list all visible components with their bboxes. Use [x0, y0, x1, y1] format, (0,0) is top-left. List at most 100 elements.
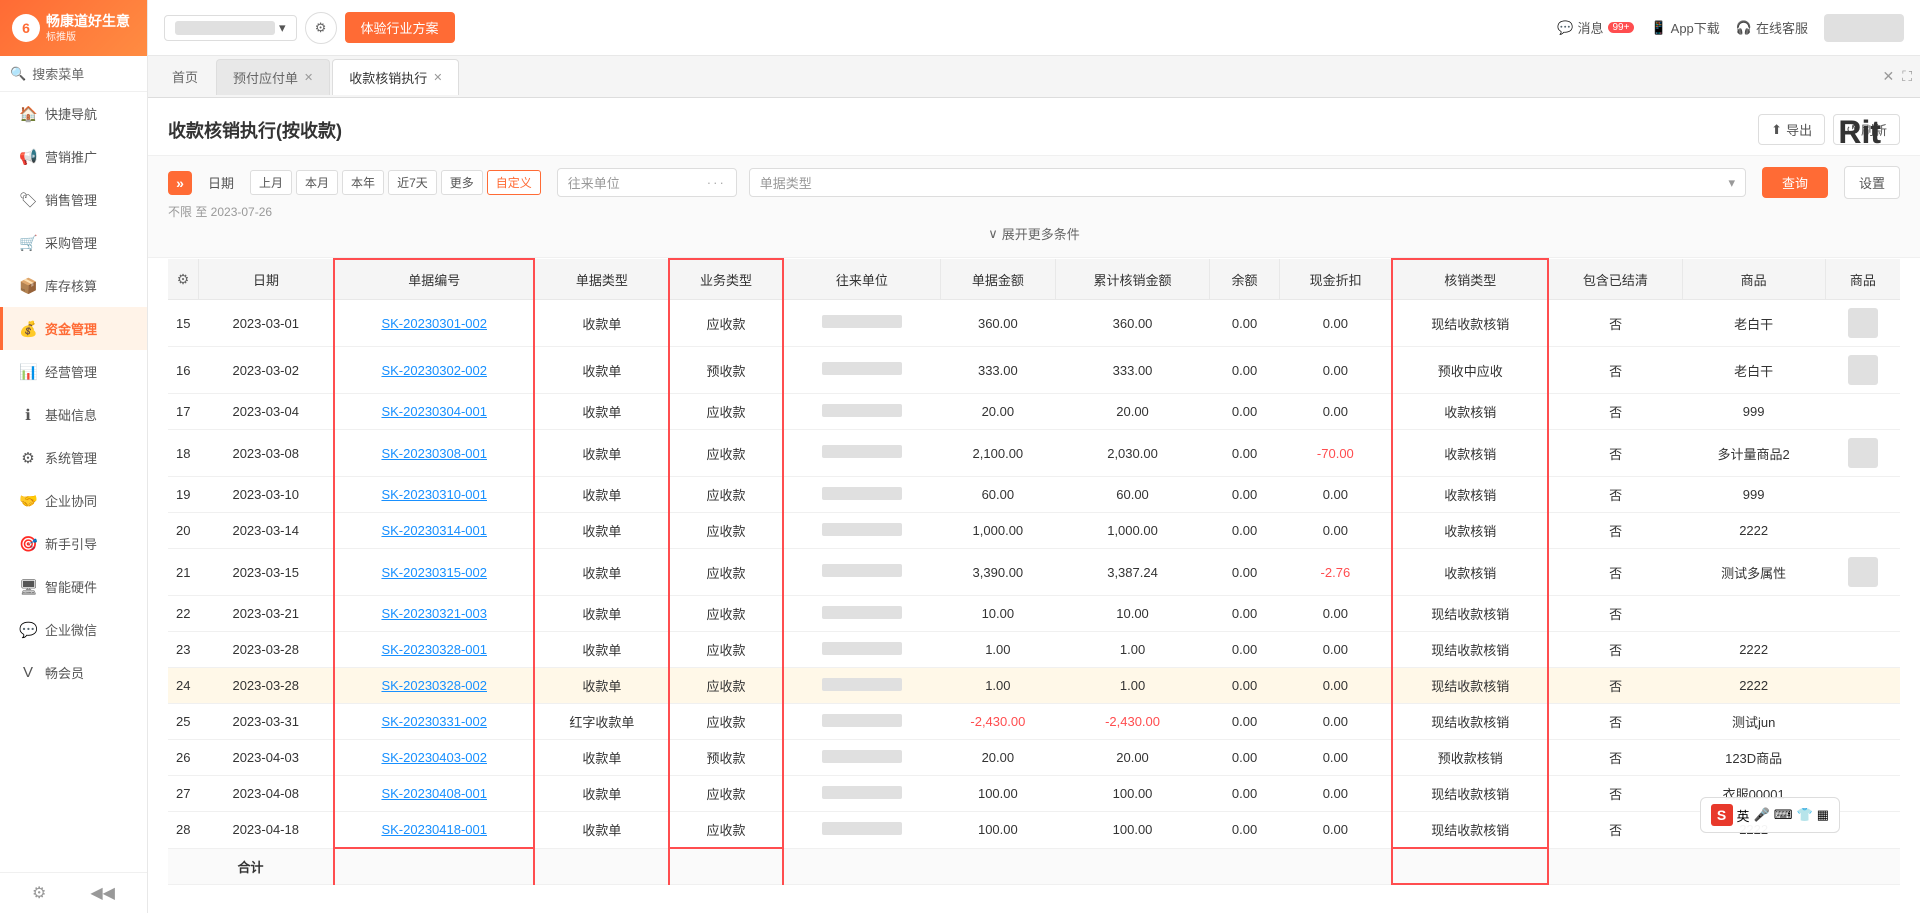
- bill-no-link[interactable]: SK-20230302-002: [381, 363, 487, 378]
- sidebar-item-wechat[interactable]: 💬 企业微信: [0, 608, 147, 651]
- cell-product: 多计量商品2: [1682, 430, 1825, 477]
- bill-no-link[interactable]: SK-20230403-002: [381, 750, 487, 765]
- sidebar-item-inventory[interactable]: 📦 库存核算: [0, 264, 147, 307]
- partner-filter-input[interactable]: 往来单位 ···: [557, 168, 737, 197]
- bill-no-link[interactable]: SK-20230310-001: [381, 487, 487, 502]
- settings-gear-icon[interactable]: ⚙: [32, 883, 46, 903]
- filter-toggle-btn[interactable]: »: [168, 171, 192, 195]
- table-settings-icon[interactable]: ⚙: [177, 271, 190, 287]
- collapse-icon[interactable]: ◀◀: [90, 883, 115, 903]
- table-row: 28 2023-04-18 SK-20230418-001 收款单 应收款 10…: [168, 812, 1900, 849]
- cell-partner: [783, 812, 940, 849]
- cell-bill-no: SK-20230310-001: [334, 477, 535, 513]
- sidebar-item-quick-nav[interactable]: 🏠 快捷导航: [0, 92, 147, 135]
- dropdown-arrow-icon: ▾: [279, 20, 286, 36]
- bill-no-link[interactable]: SK-20230314-001: [381, 523, 487, 538]
- sidebar-item-finance[interactable]: 💰 资金管理: [0, 307, 147, 350]
- bill-no-link[interactable]: SK-20230418-001: [381, 822, 487, 837]
- cell-balance: 0.00: [1210, 549, 1280, 596]
- tab-close-all-icon[interactable]: ✕: [1882, 68, 1894, 85]
- cell-verify-type: 现结收款核销: [1392, 704, 1548, 740]
- table-row: 23 2023-03-28 SK-20230328-001 收款单 应收款 1.…: [168, 632, 1900, 668]
- company-select[interactable]: ▾: [164, 15, 297, 41]
- mic-icon[interactable]: 🎤: [1754, 807, 1770, 823]
- sidebar-search[interactable]: 🔍 搜索菜单: [0, 56, 147, 92]
- sidebar-item-member[interactable]: V 畅会员: [0, 651, 147, 694]
- query-button[interactable]: 查询: [1762, 167, 1828, 198]
- bill-no-link[interactable]: SK-20230321-003: [381, 606, 487, 621]
- tab-prepay-close-icon[interactable]: ✕: [304, 71, 313, 84]
- bill-no-link[interactable]: SK-20230301-002: [381, 316, 487, 331]
- bill-no-link[interactable]: SK-20230308-001: [381, 446, 487, 461]
- sidebar-item-operations[interactable]: 📊 经营管理: [0, 350, 147, 393]
- tab-collection-close-icon[interactable]: ✕: [433, 71, 442, 84]
- sidebar-item-basic-info[interactable]: ℹ 基础信息: [0, 393, 147, 436]
- table-row: 19 2023-03-10 SK-20230310-001 收款单 应收款 60…: [168, 477, 1900, 513]
- cell-biz-type: 应收款: [669, 596, 783, 632]
- tab-expand-icon[interactable]: ⛶: [1902, 68, 1912, 85]
- sidebar-item-enterprise[interactable]: 🤝 企业协同: [0, 479, 147, 522]
- receipt-type-filter[interactable]: 单据类型 ▾: [749, 168, 1746, 197]
- cell-biz-type: 应收款: [669, 513, 783, 549]
- cell-settled: 否: [1548, 394, 1682, 430]
- tabbar-right: ✕ ⛶: [1882, 68, 1912, 85]
- date-btn-custom[interactable]: 自定义: [487, 170, 541, 195]
- shirt-icon[interactable]: 👕: [1797, 807, 1813, 823]
- cell-bill-no: SK-20230418-001: [334, 812, 535, 849]
- tab-prepay[interactable]: 预付应付单 ✕: [216, 59, 330, 95]
- tab-home[interactable]: 首页: [156, 59, 214, 94]
- gear-button[interactable]: ⚙: [305, 12, 337, 44]
- sidebar-item-purchase[interactable]: 🛒 采购管理: [0, 221, 147, 264]
- sidebar-item-marketing[interactable]: 📢 营销推广: [0, 135, 147, 178]
- sidebar-item-sales[interactable]: 🏷 销售管理: [0, 178, 147, 221]
- logo-text: 畅康道好生意 标推版: [46, 12, 130, 43]
- product-image: [1848, 438, 1878, 468]
- date-btn-more[interactable]: 更多: [441, 170, 483, 195]
- date-btn-this-month[interactable]: 本月: [296, 170, 338, 195]
- keyboard-icon[interactable]: ⌨: [1774, 807, 1793, 823]
- logo-sub: 标推版: [46, 31, 130, 44]
- sidebar-item-newbie[interactable]: 🎯 新手引导: [0, 522, 147, 565]
- date-btn-this-year[interactable]: 本年: [342, 170, 384, 195]
- bill-no-link[interactable]: SK-20230328-001: [381, 642, 487, 657]
- logo-main: 畅康道好生意: [46, 12, 130, 30]
- sidebar-label-smart: 智能硬件: [45, 577, 97, 596]
- cell-balance: 0.00: [1210, 347, 1280, 394]
- bill-no-link[interactable]: SK-20230315-002: [381, 565, 487, 580]
- message-label: 消息: [1577, 18, 1603, 37]
- user-avatar[interactable]: [1824, 14, 1904, 42]
- cell-verified: 1.00: [1055, 632, 1209, 668]
- bill-no-link[interactable]: SK-20230304-001: [381, 404, 487, 419]
- industry-btn[interactable]: 体验行业方案: [345, 12, 455, 43]
- bill-no-link[interactable]: SK-20230408-001: [381, 786, 487, 801]
- bill-no-link[interactable]: SK-20230328-002: [381, 678, 487, 693]
- tab-collection[interactable]: 收款核销执行 ✕: [332, 59, 459, 95]
- cell-bill-no: SK-20230408-001: [334, 776, 535, 812]
- page-title: 收款核销执行(按收款): [168, 117, 342, 143]
- cell-verified: 1.00: [1055, 668, 1209, 704]
- table-footer: 合计: [168, 848, 1900, 884]
- sidebar-item-smart-hw[interactable]: 🖥 智能硬件: [0, 565, 147, 608]
- cell-bill-type: 收款单: [534, 394, 669, 430]
- table-row: 26 2023-04-03 SK-20230403-002 收款单 预收款 20…: [168, 740, 1900, 776]
- grid-icon[interactable]: ▦: [1817, 807, 1829, 823]
- cell-biz-type: 应收款: [669, 704, 783, 740]
- date-btn-7days[interactable]: 近7天: [388, 170, 437, 195]
- enterprise-icon: 🤝: [19, 492, 37, 510]
- cell-discount: 0.00: [1279, 596, 1392, 632]
- col-verify-type: 核销类型: [1392, 259, 1548, 300]
- online-service-item[interactable]: 🎧 在线客服: [1736, 18, 1808, 37]
- watermark-s-logo: S: [1711, 804, 1733, 826]
- export-button[interactable]: ⬆ 导出: [1758, 114, 1825, 145]
- date-btn-last-month[interactable]: 上月: [250, 170, 292, 195]
- cell-date: 2023-03-28: [198, 632, 334, 668]
- message-item[interactable]: 💬 消息 99+: [1557, 18, 1634, 37]
- settings-button[interactable]: 设置: [1844, 166, 1900, 199]
- app-download-item[interactable]: 📱 App下载: [1650, 18, 1719, 37]
- expand-filter-btn[interactable]: ∨ 展开更多条件: [168, 220, 1900, 247]
- bill-no-link[interactable]: SK-20230331-002: [381, 714, 487, 729]
- sidebar-item-system[interactable]: ⚙ 系统管理: [0, 436, 147, 479]
- cell-amount: 100.00: [940, 812, 1055, 849]
- cell-settled: 否: [1548, 632, 1682, 668]
- cell-product: 测试jun: [1682, 704, 1825, 740]
